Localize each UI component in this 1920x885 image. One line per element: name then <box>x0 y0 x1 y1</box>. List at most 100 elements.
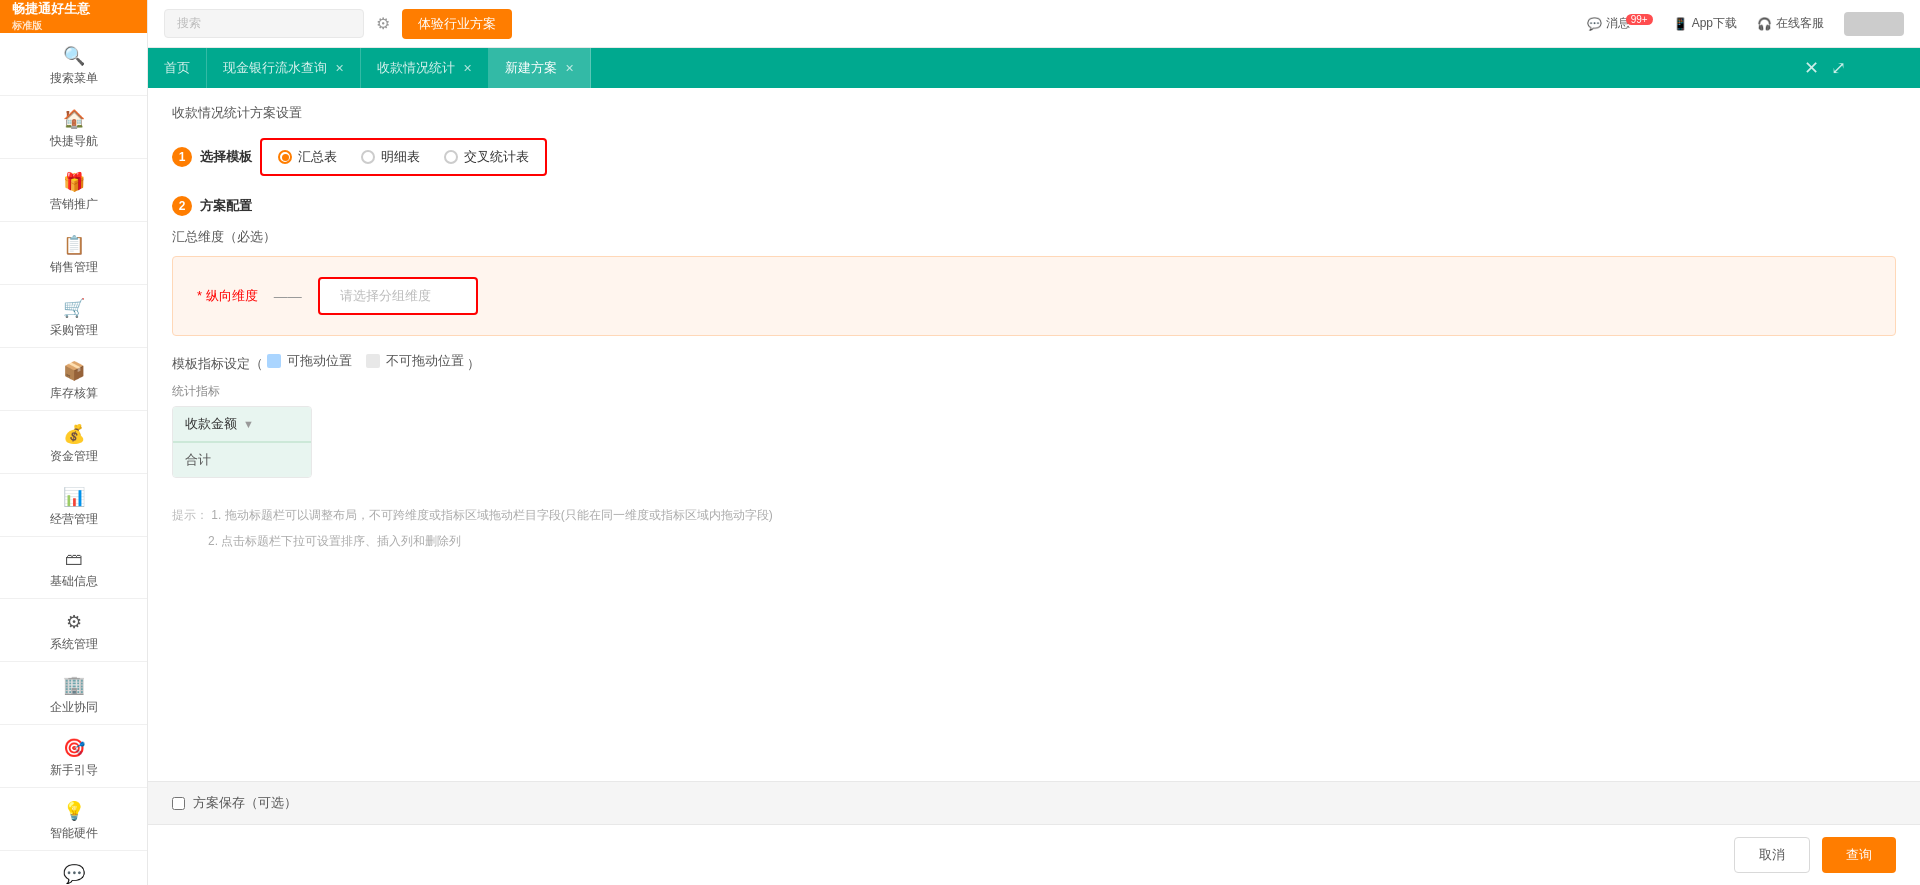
non-draggable-indicator <box>366 354 380 368</box>
tab-collection-stats-label: 收款情况统计 <box>377 59 455 77</box>
metrics-table-header[interactable]: 收款金额 ▼ <box>173 407 311 442</box>
page-title: 收款情况统计方案设置 <box>172 104 1896 122</box>
sidebar-item-label: 营销推广 <box>50 196 98 213</box>
metrics-label: 统计指标 <box>172 383 312 400</box>
finance-icon: 💰 <box>63 423 85 445</box>
close-window-icon[interactable]: ✕ <box>1798 57 1825 79</box>
sidebar-item-quick-nav[interactable]: 🏠 快捷导航 <box>0 96 147 159</box>
download-btn[interactable]: 📱 App下载 <box>1673 15 1737 32</box>
arrow-icon: —— <box>274 288 302 304</box>
draggable-label: 可拖动位置 <box>287 352 352 370</box>
topbar: 搜索 ⚙ 体验行业方案 💬 消息 99+ 📱 App下载 🎧 在线客服 <box>148 0 1920 48</box>
sidebar-item-enterprise[interactable]: 🏢 企业协同 <box>0 662 147 725</box>
sidebar-logo: 畅捷通好生意 标准版 <box>0 0 147 33</box>
tab-new-plan-close[interactable]: ✕ <box>565 62 574 75</box>
metrics-title: 模板指标设定（ 可拖动位置 不可拖动位置 ） <box>172 352 480 373</box>
template-options: 汇总表 明细表 交叉统计表 <box>260 138 547 176</box>
purchase-icon: 🛒 <box>63 297 85 319</box>
step1-title: 选择模板 <box>200 148 252 166</box>
gift-icon: 🎁 <box>63 171 85 193</box>
sidebar-item-label: 企业协同 <box>50 699 98 716</box>
dimension-section-title: 汇总维度（必选） <box>172 228 1896 246</box>
chevron-down-icon: ▼ <box>243 418 254 430</box>
tab-bank-flow-label: 现金银行流水查询 <box>223 59 327 77</box>
tab-new-plan[interactable]: 新建方案 ✕ <box>489 48 591 88</box>
main-area: 搜索 ⚙ 体验行业方案 💬 消息 99+ 📱 App下载 🎧 在线客服 首 <box>148 0 1920 885</box>
cancel-button[interactable]: 取消 <box>1734 837 1810 873</box>
sidebar-item-hardware[interactable]: 💡 智能硬件 <box>0 788 147 851</box>
sidebar-item-label: 系统管理 <box>50 636 98 653</box>
draggable-indicator <box>267 354 281 368</box>
service-btn[interactable]: 🎧 在线客服 <box>1757 15 1824 32</box>
sidebar-item-operations[interactable]: 📊 经营管理 <box>0 474 147 537</box>
tabs-bar: 首页 现金银行流水查询 ✕ 收款情况统计 ✕ 新建方案 ✕ ✕ ⤢ <box>148 48 1920 88</box>
home-icon: 🏠 <box>63 108 85 130</box>
tab-collection-stats-close[interactable]: ✕ <box>463 62 472 75</box>
enterprise-icon: 🏢 <box>63 674 85 696</box>
sidebar-item-label: 新手引导 <box>50 762 98 779</box>
sidebar-item-basic-info[interactable]: 🗃 基础信息 <box>0 537 147 599</box>
tab-bank-flow-close[interactable]: ✕ <box>335 62 344 75</box>
avatar <box>1844 12 1904 36</box>
inventory-icon: 📦 <box>63 360 85 382</box>
radio-cross-label: 交叉统计表 <box>464 148 529 166</box>
sidebar-item-label: 库存核算 <box>50 385 98 402</box>
tips-section: 提示： 1. 拖动标题栏可以调整布局，不可跨维度或指标区域拖动栏目字段(只能在同… <box>172 505 1896 552</box>
radio-cross-circle <box>444 150 458 164</box>
sidebar-item-sales[interactable]: 📋 销售管理 <box>0 222 147 285</box>
sidebar: 畅捷通好生意 标准版 🔍 搜索菜单 🏠 快捷导航 🎁 营销推广 📋 销售管理 🛒… <box>0 0 148 885</box>
message-btn[interactable]: 💬 消息 99+ <box>1587 15 1653 32</box>
sidebar-item-inventory[interactable]: 📦 库存核算 <box>0 348 147 411</box>
tab-new-plan-label: 新建方案 <box>505 59 557 77</box>
download-label: App下载 <box>1692 15 1737 32</box>
basic-info-icon: 🗃 <box>65 549 83 570</box>
sidebar-item-system[interactable]: ⚙ 系统管理 <box>0 599 147 662</box>
metrics-header-label: 收款金额 <box>185 415 237 433</box>
tab-bank-flow[interactable]: 现金银行流水查询 ✕ <box>207 48 361 88</box>
step2-section: 2 方案配置 汇总维度（必选） * 纵向维度 —— 请选择分组维度 <box>172 196 1896 552</box>
footer-bar: 取消 查询 <box>148 824 1920 885</box>
maximize-icon[interactable]: ⤢ <box>1825 57 1852 79</box>
step2-title: 方案配置 <box>200 197 252 215</box>
tip1: 1. 拖动标题栏可以调整布局，不可跨维度或指标区域拖动栏目字段(只能在同一维度或… <box>211 508 772 522</box>
hardware-icon: 💡 <box>63 800 85 822</box>
search-bar[interactable]: 搜索 <box>164 9 364 38</box>
operations-icon: 📊 <box>63 486 85 508</box>
page-content: 收款情况统计方案设置 1 选择模板 汇总表 明细表 <box>148 88 1920 885</box>
save-option-bar: 方案保存（可选） <box>148 781 1920 824</box>
query-button[interactable]: 查询 <box>1822 837 1896 873</box>
form-area: 收款情况统计方案设置 1 选择模板 汇总表 明细表 <box>148 88 1920 781</box>
tab-collection-stats[interactable]: 收款情况统计 ✕ <box>361 48 489 88</box>
sidebar-item-label: 资金管理 <box>50 448 98 465</box>
sidebar-item-purchase[interactable]: 🛒 采购管理 <box>0 285 147 348</box>
sidebar-item-wechat[interactable]: 💬 企业微信 <box>0 851 147 885</box>
sidebar-item-finance[interactable]: 💰 资金管理 <box>0 411 147 474</box>
radio-detail[interactable]: 明细表 <box>361 148 420 166</box>
download-icon: 📱 <box>1673 17 1688 31</box>
topbar-left: 搜索 ⚙ 体验行业方案 <box>164 9 512 39</box>
vertical-dimension-label: * 纵向维度 <box>197 287 258 305</box>
metrics-section: 模板指标设定（ 可拖动位置 不可拖动位置 ） 统计指标 <box>172 352 1896 481</box>
search-placeholder: 搜索 <box>177 16 201 30</box>
step2-number: 2 <box>172 196 192 216</box>
metrics-layout: 统计指标 收款金额 ▼ 合计 <box>172 383 1896 481</box>
dimension-area: * 纵向维度 —— 请选择分组维度 <box>172 256 1896 336</box>
industry-btn[interactable]: 体验行业方案 <box>402 9 512 39</box>
radio-summary[interactable]: 汇总表 <box>278 148 337 166</box>
radio-summary-circle <box>278 150 292 164</box>
tab-home[interactable]: 首页 <box>148 48 207 88</box>
sidebar-item-label: 智能硬件 <box>50 825 98 842</box>
beginner-icon: 🎯 <box>63 737 85 759</box>
settings-icon[interactable]: ⚙ <box>376 14 390 33</box>
dimension-select[interactable]: 请选择分组维度 <box>318 277 478 315</box>
save-label: 方案保存（可选） <box>193 794 297 812</box>
sidebar-item-search[interactable]: 🔍 搜索菜单 <box>0 33 147 96</box>
step1-header: 1 选择模板 汇总表 明细表 交 <box>172 138 1896 176</box>
sidebar-item-label: 采购管理 <box>50 322 98 339</box>
radio-cross[interactable]: 交叉统计表 <box>444 148 529 166</box>
sidebar-item-marketing[interactable]: 🎁 营销推广 <box>0 159 147 222</box>
sidebar-item-label: 快捷导航 <box>50 133 98 150</box>
save-checkbox[interactable] <box>172 797 185 810</box>
step1-number: 1 <box>172 147 192 167</box>
sidebar-item-beginner[interactable]: 🎯 新手引导 <box>0 725 147 788</box>
